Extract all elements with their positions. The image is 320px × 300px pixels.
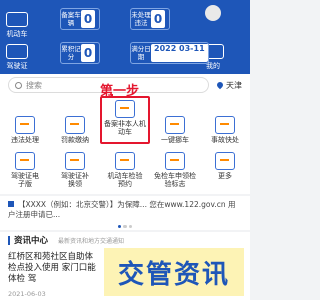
stat-caption: 满分日期 (131, 45, 151, 61)
search-icon (15, 81, 22, 89)
service-label: 更多 (218, 172, 232, 180)
speaker-icon (8, 201, 14, 207)
news-header: 资讯中心 最新资讯和地方交通通知 (0, 232, 250, 248)
sticker-icon (165, 152, 185, 170)
service-one-click-move-car[interactable]: 一键挪车 (150, 116, 200, 144)
service-license-renewal[interactable]: 驾驶证补换领 (50, 152, 100, 188)
stat-unprocessed-violations[interactable]: 未处理违法 0 (130, 8, 170, 30)
news-section-subtitle: 最新资讯和地方交通通知 (58, 237, 125, 245)
service-label: 驾驶证电子版 (11, 172, 39, 188)
service-grid: 违法处理 罚款缴纳 备案非本人机动车 一键挪车 事故快处 驾驶证电子版 驾驶证补… (0, 96, 250, 194)
avatar[interactable] (198, 5, 228, 21)
vehicle-entry[interactable]: 机动车 (0, 12, 34, 39)
city-label: 天津 (226, 80, 242, 90)
service-fine-payment[interactable]: 罚款缴纳 (50, 116, 100, 144)
stat-caption: 未处理违法 (131, 11, 151, 27)
service-accident-quick[interactable]: 事故快处 (200, 116, 250, 144)
accident-icon (215, 116, 235, 134)
news-item-title[interactable]: 红桥区和苑社区自助体检点投入使用 家门口能体检 驾 (8, 252, 98, 285)
stat-caption: 备案车辆 (61, 11, 81, 27)
license-renew-icon (65, 152, 85, 170)
notice-bar[interactable]: 【XXXX（例如：北京交警）】为保障... 您在www.122.gov.cn 用… (0, 196, 250, 230)
stat-value: 2022 03-11 (151, 44, 208, 62)
service-violation-handling[interactable]: 违法处理 (0, 116, 50, 144)
avatar-icon (205, 5, 221, 21)
stat-value: 0 (81, 10, 95, 28)
service-label: 免检车申领检验标志 (154, 172, 196, 188)
service-label: 驾驶证补换领 (61, 172, 89, 188)
vehicle-label: 机动车 (6, 30, 28, 38)
search-placeholder: 搜索 (26, 80, 42, 90)
section-marker (8, 235, 10, 245)
service-register-non-owner-vehicle[interactable]: 备案非本人机动车 (100, 96, 150, 144)
stat-caption: 累积记分 (61, 45, 81, 61)
move-car-icon (165, 116, 185, 134)
news-banner[interactable]: 交管资讯 (104, 248, 244, 296)
news-section-title: 资讯中心 (14, 236, 49, 246)
notice-text: 【XXXX（例如：北京交警）】为保障... 您在www.122.gov.cn 用… (8, 200, 236, 219)
service-label: 事故快处 (211, 136, 239, 144)
header: 机动车 驾驶证 我的 备案车辆 0 未处理违法 0 累积记分 0 满分日期 20… (0, 0, 250, 74)
service-license-electronic[interactable]: 驾驶证电子版 (0, 152, 50, 188)
callout-arrow (111, 94, 113, 97)
stat-value: 0 (81, 44, 95, 62)
stat-full-score-date[interactable]: 满分日期 2022 03-11 (130, 42, 209, 64)
city-selector[interactable]: 天津 (215, 80, 242, 91)
stat-value: 0 (151, 10, 165, 28)
service-label: 机动车检验预约 (107, 172, 143, 188)
service-inspection-booking[interactable]: 机动车检验预约 (100, 152, 150, 188)
license-label: 驾驶证 (6, 62, 28, 70)
carousel-dots (118, 225, 132, 228)
stat-accumulated-points[interactable]: 累积记分 0 (60, 42, 100, 64)
service-exempt-sticker[interactable]: 免检车申领检验标志 (150, 152, 200, 188)
more-grid-icon (215, 152, 235, 170)
step-one-callout: 第一步 (100, 84, 140, 99)
e-license-icon (15, 152, 35, 170)
news-section: 资讯中心 最新资讯和地方交通通知 红桥区和苑社区自助体检点投入使用 家门口能体检… (0, 232, 250, 300)
service-label: 一键挪车 (161, 136, 189, 144)
stat-registered-vehicles[interactable]: 备案车辆 0 (60, 8, 100, 30)
car-icon (6, 12, 28, 27)
service-label: 罚款缴纳 (61, 136, 89, 144)
violation-icon (15, 116, 35, 134)
vehicle-register-icon (115, 100, 135, 118)
license-icon (6, 44, 28, 59)
payment-icon (65, 116, 85, 134)
location-pin-icon (215, 80, 225, 89)
inspection-icon (115, 152, 135, 170)
license-entry[interactable]: 驾驶证 (0, 44, 34, 71)
service-label: 违法处理 (11, 136, 39, 144)
service-label: 备案非本人机动车 (104, 120, 146, 136)
news-item-date: 2021-06-03 (8, 290, 46, 298)
service-more[interactable]: 更多 (200, 152, 250, 180)
